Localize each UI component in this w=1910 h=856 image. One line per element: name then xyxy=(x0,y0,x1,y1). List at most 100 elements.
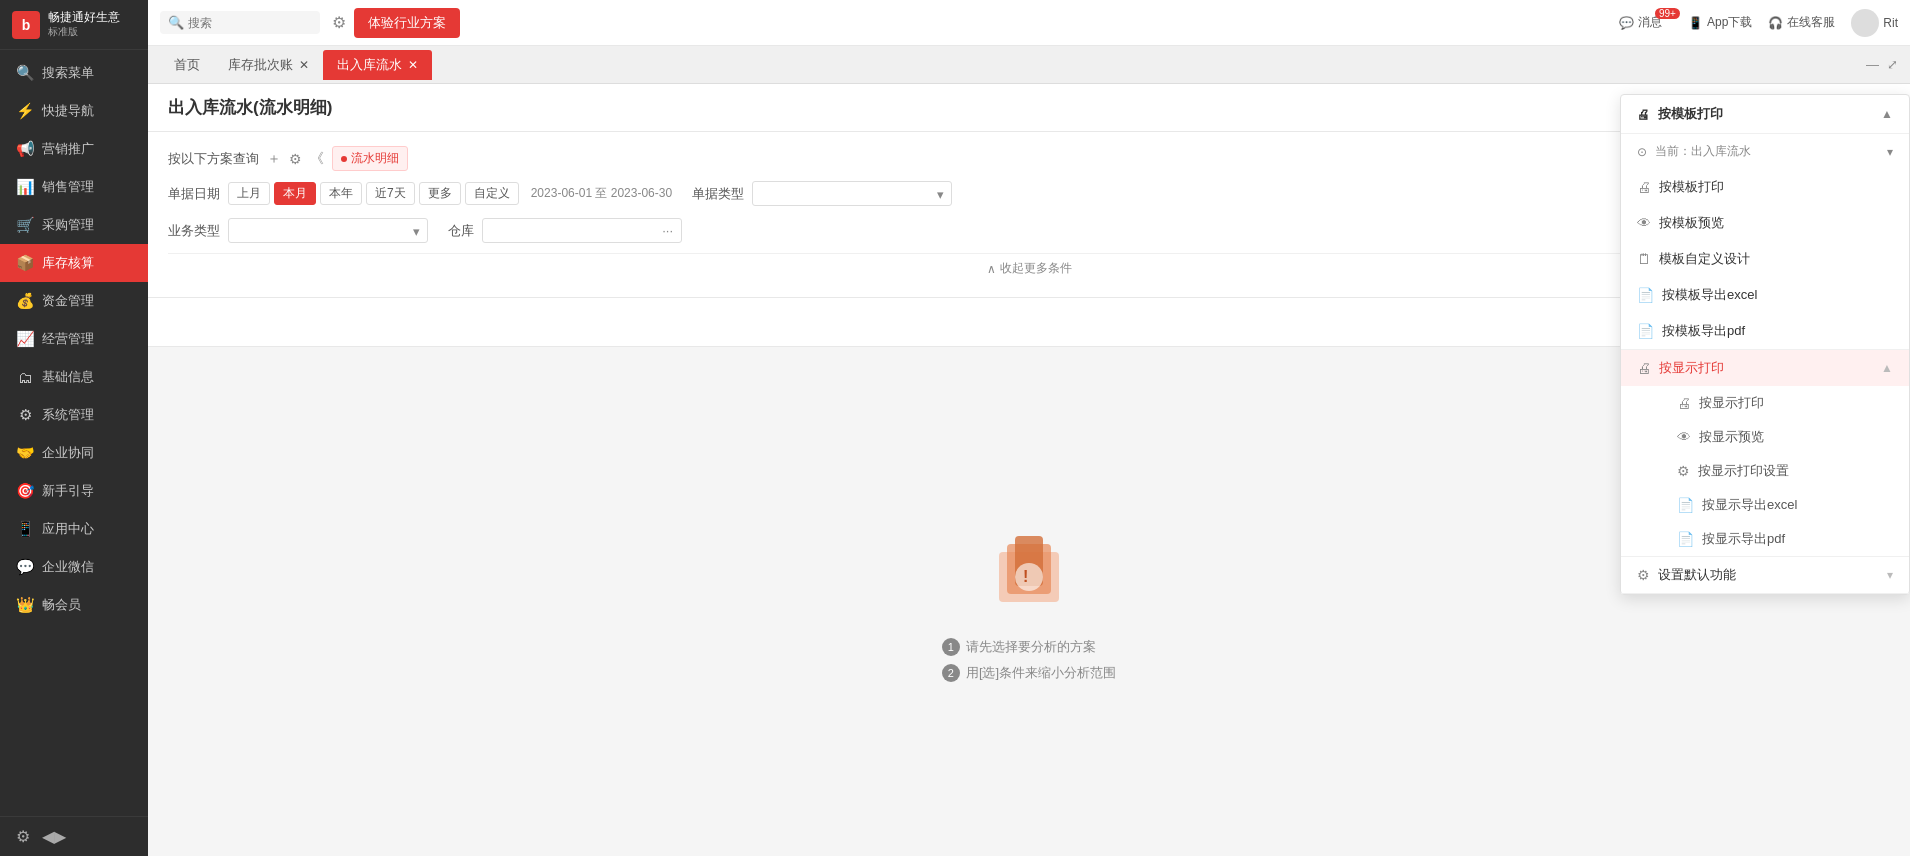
sidebar-label-inventory: 库存核算 xyxy=(42,254,94,272)
user-menu[interactable]: Rit xyxy=(1851,9,1898,37)
display-export-pdf-label: 按显示导出pdf xyxy=(1702,530,1893,548)
dropdown-header-label: 按模板打印 xyxy=(1658,105,1881,123)
collapse-label: 收起更多条件 xyxy=(1000,260,1072,277)
doc-type-select[interactable] xyxy=(752,181,952,206)
default-function-icon: ⚙ xyxy=(1637,567,1650,583)
dropdown-display-export-excel[interactable]: 📄 按显示导出excel xyxy=(1641,488,1909,522)
sidebar-item-basic[interactable]: 🗂 基础信息 xyxy=(0,358,148,396)
filter-tag-dot xyxy=(341,156,347,162)
sidebar-item-system[interactable]: ⚙ 系统管理 xyxy=(0,396,148,434)
template-custom-label: 模板自定义设计 xyxy=(1659,250,1893,268)
bottom-collapse-icon[interactable]: ◀▶ xyxy=(42,827,66,846)
template-export-pdf-icon: 📄 xyxy=(1637,323,1654,339)
sidebar-item-quick-nav[interactable]: ⚡ 快捷导航 xyxy=(0,92,148,130)
dropdown-display-header[interactable]: 🖨 按显示打印 ▲ xyxy=(1621,350,1909,386)
filter-settings-icon[interactable]: ⚙ xyxy=(289,151,302,167)
page-title: 出入库流水(流水明细) xyxy=(168,96,332,131)
tab-minimize-icon[interactable]: — xyxy=(1866,57,1879,72)
sidebar-item-purchase[interactable]: 🛒 采购管理 xyxy=(0,206,148,244)
doc-type-filter-item: 单据类型 xyxy=(692,181,952,206)
tab-expand-icon[interactable]: ⤢ xyxy=(1887,57,1898,72)
online-service-btn[interactable]: 🎧 在线客服 xyxy=(1768,14,1835,31)
display-settings-icon: ⚙ xyxy=(1677,463,1690,479)
topbar-right: 💬 消息 99+ 📱 App下载 🎧 在线客服 Rit xyxy=(1619,9,1898,37)
dropdown-panel: 🖨 按模板打印 ▲ ⊙ 当前：出入库流水 ▾ 🖨 按模板打印 👁 按模板预览 🗒… xyxy=(1620,94,1910,595)
dropdown-template-export-excel[interactable]: 📄 按模板导出excel xyxy=(1621,277,1909,313)
filter-add-icon[interactable]: ＋ xyxy=(267,150,281,168)
biz-type-select[interactable] xyxy=(228,218,428,243)
sidebar-item-enterprise-wx[interactable]: 💬 企业微信 xyxy=(0,548,148,586)
tabs-bar: 首页 库存批次账 ✕ 出入库流水 ✕ — ⤢ xyxy=(148,46,1910,84)
date-btn-more[interactable]: 更多 xyxy=(419,182,461,205)
sidebar-item-finance[interactable]: 💰 资金管理 xyxy=(0,282,148,320)
user-avatar xyxy=(1851,9,1879,37)
sidebar-label-search-menu: 搜索菜单 xyxy=(42,64,94,82)
dropdown-template-export-pdf[interactable]: 📄 按模板导出pdf xyxy=(1621,313,1909,349)
topbar-gear-icon[interactable]: ⚙ xyxy=(332,13,346,32)
warehouse-filter-item: 仓库 ··· xyxy=(448,218,682,243)
display-print-section-label: 按显示打印 xyxy=(1659,359,1881,377)
system-icon: ⚙ xyxy=(16,406,34,424)
sidebar-item-guide[interactable]: 🎯 新手引导 xyxy=(0,472,148,510)
sidebar-label-marketing: 营销推广 xyxy=(42,140,94,158)
sidebar-item-search-menu[interactable]: 🔍 搜索菜单 xyxy=(0,54,148,92)
display-print-section-icon: 🖨 xyxy=(1637,360,1651,376)
doc-type-label: 单据类型 xyxy=(692,185,744,203)
empty-steps: 1 请先选择要分析的方案 2 用[选]条件来缩小分析范围 xyxy=(942,638,1116,682)
dropdown-close-icon[interactable]: ▲ xyxy=(1881,107,1893,121)
date-btn-custom[interactable]: 自定义 xyxy=(465,182,519,205)
dropdown-display-preview[interactable]: 👁 按显示预览 xyxy=(1641,420,1909,454)
industry-btn[interactable]: 体验行业方案 xyxy=(354,8,460,38)
tab-expand-btns: — ⤢ xyxy=(1866,57,1898,72)
app-download-btn[interactable]: 📱 App下载 xyxy=(1688,14,1752,31)
sidebar-item-member[interactable]: 👑 畅会员 xyxy=(0,586,148,624)
tab-home-label: 首页 xyxy=(174,56,200,74)
tab-batch-account-close[interactable]: ✕ xyxy=(299,58,309,72)
dropdown-display-print[interactable]: 🖨 按显示打印 xyxy=(1641,386,1909,420)
tab-flow[interactable]: 出入库流水 ✕ xyxy=(323,50,432,80)
warehouse-more-icon[interactable]: ··· xyxy=(662,223,673,238)
template-export-excel-icon: 📄 xyxy=(1637,287,1654,303)
tab-home[interactable]: 首页 xyxy=(160,50,214,80)
date-btn-this-month[interactable]: 本月 xyxy=(274,182,316,205)
dropdown-display-export-pdf[interactable]: 📄 按显示导出pdf xyxy=(1641,522,1909,556)
bottom-settings-icon[interactable]: ⚙ xyxy=(16,827,30,846)
biz-type-label: 业务类型 xyxy=(168,222,220,240)
date-btn-last-month[interactable]: 上月 xyxy=(228,182,270,205)
display-export-excel-icon: 📄 xyxy=(1677,497,1694,513)
member-icon: 👑 xyxy=(16,596,34,614)
filter-collapse-icon[interactable]: 《 xyxy=(310,150,324,168)
app-icon: 📱 xyxy=(1688,16,1703,30)
sidebar-item-operation[interactable]: 📈 经营管理 xyxy=(0,320,148,358)
date-btn-this-year[interactable]: 本年 xyxy=(320,182,362,205)
dropdown-display-settings[interactable]: ⚙ 按显示打印设置 xyxy=(1641,454,1909,488)
display-preview-icon: 👁 xyxy=(1677,429,1691,445)
message-btn[interactable]: 💬 消息 99+ xyxy=(1619,14,1672,31)
sidebar-item-inventory[interactable]: 📦 库存核算 xyxy=(0,244,148,282)
svg-text:!: ! xyxy=(1023,568,1028,585)
dropdown-template-preview[interactable]: 👁 按模板预览 xyxy=(1621,205,1909,241)
dropdown-template-print[interactable]: 🖨 按模板打印 xyxy=(1621,169,1909,205)
dropdown-display-sub: 🖨 按显示打印 👁 按显示预览 ⚙ 按显示打印设置 📄 按显示导出excel 📄… xyxy=(1621,386,1909,556)
tab-flow-close[interactable]: ✕ xyxy=(408,58,418,72)
sidebar-item-enterprise[interactable]: 🤝 企业协同 xyxy=(0,434,148,472)
date-filter-item: 单据日期 上月 本月 本年 近7天 更多 自定义 2023-06-01 至 20… xyxy=(168,182,672,205)
sidebar-item-app-center[interactable]: 📱 应用中心 xyxy=(0,510,148,548)
dropdown-template-custom[interactable]: 🗒 模板自定义设计 xyxy=(1621,241,1909,277)
sidebar-item-marketing[interactable]: 📢 营销推广 xyxy=(0,130,148,168)
template-dot-icon: ⊙ xyxy=(1637,145,1647,159)
template-print-icon: 🖨 xyxy=(1637,179,1651,195)
message-badge: 99+ xyxy=(1655,8,1680,19)
sidebar-item-sales[interactable]: 📊 销售管理 xyxy=(0,168,148,206)
topbar-search-input[interactable] xyxy=(188,16,298,30)
dropdown-section-default: ⚙ 设置默认功能 ▾ xyxy=(1621,557,1909,594)
biz-type-filter-item: 业务类型 xyxy=(168,218,428,243)
display-preview-label: 按显示预览 xyxy=(1699,428,1893,446)
warehouse-input[interactable]: ··· xyxy=(482,218,682,243)
dropdown-current-item[interactable]: ⊙ 当前：出入库流水 ▾ xyxy=(1621,134,1909,169)
dropdown-default-function[interactable]: ⚙ 设置默认功能 ▾ xyxy=(1621,557,1909,593)
tab-batch-account[interactable]: 库存批次账 ✕ xyxy=(214,50,323,80)
date-btn-7days[interactable]: 近7天 xyxy=(366,182,415,205)
topbar: 🔍 ⚙ 体验行业方案 💬 消息 99+ 📱 App下载 🎧 在线客服 Rit xyxy=(148,0,1910,46)
online-service-label: 在线客服 xyxy=(1787,14,1835,31)
